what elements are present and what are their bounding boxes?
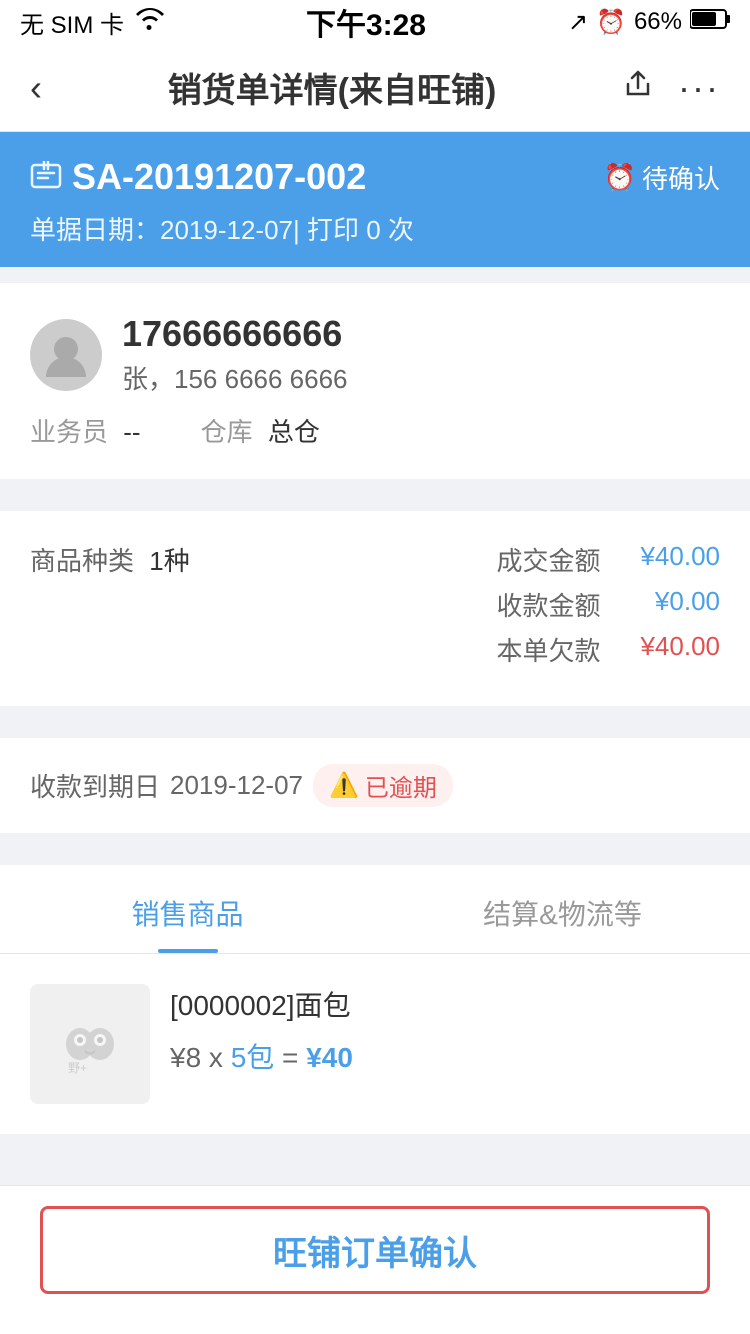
date-value: 2019-12-07 <box>160 215 293 245</box>
summary-section: 商品种类 1种 成交金额 ¥40.00 收款金额 ¥0.00 本单欠款 ¥40.… <box>0 511 750 706</box>
tabs-row: 销售商品 结算&物流等 <box>0 865 750 954</box>
product-type-label: 商品种类 <box>30 546 134 576</box>
product-info: [0000002]面包 ¥8 x 5包 = ¥40 <box>170 984 720 1076</box>
more-button[interactable]: ··· <box>678 67 720 109</box>
order-date-row: 单据日期：2019-12-07| 打印 0 次 <box>30 210 720 247</box>
wifi-icon <box>134 8 164 37</box>
alarm-icon: ⏰ <box>596 8 626 37</box>
order-id: SA-20191207-002 <box>30 156 366 198</box>
share-button[interactable] <box>622 68 654 108</box>
customer-meta: 业务员 -- 仓库 总仓 <box>30 412 720 449</box>
order-status: ⏰ 待确认 <box>604 159 720 196</box>
customer-top: 17666666666 张，156 6666 6666 <box>30 313 720 396</box>
product-total: ¥40 <box>306 1042 353 1073</box>
due-date-section: 收款到期日 2019-12-07 ⚠️ 已逾期 <box>0 738 750 833</box>
back-icon: ‹ <box>30 67 42 108</box>
customer-section: 17666666666 张，156 6666 6666 业务员 -- 仓库 总仓 <box>0 283 750 479</box>
warehouse-label: 仓库 <box>201 417 253 447</box>
overdue-warning-icon: ⚠️ <box>329 771 359 800</box>
customer-phone: 17666666666 <box>122 313 348 355</box>
received-row: 收款金额 ¥0.00 <box>496 586 720 623</box>
sales-value: -- <box>123 417 140 447</box>
overdue-badge: ⚠️ 已逾期 <box>313 764 453 807</box>
product-type-value: 1种 <box>149 546 189 576</box>
customer-info: 17666666666 张，156 6666 6666 <box>122 313 348 396</box>
deal-amount-label: 成交金额 <box>496 541 600 578</box>
due-date-value: 2019-12-07 <box>170 770 303 801</box>
tab-sales-label: 销售商品 <box>131 899 243 930</box>
divider-4 <box>0 849 750 865</box>
status-bar-time: 下午3:28 <box>306 0 426 44</box>
due-value: ¥40.00 <box>640 631 720 668</box>
nav-bar: ‹ 销货单详情(来自旺铺) ··· <box>0 44 750 132</box>
tabs-section: 销售商品 结算&物流等 <box>0 865 750 954</box>
product-section: 野+ [0000002]面包 ¥8 x 5包 = ¥40 <box>0 954 750 1134</box>
product-code: [0000002] <box>170 990 295 1021</box>
product-title: 面包 <box>295 990 351 1021</box>
due-row: 本单欠款 ¥40.00 <box>496 631 720 668</box>
customer-avatar <box>30 319 102 391</box>
amount-info: 成交金额 ¥40.00 收款金额 ¥0.00 本单欠款 ¥40.00 <box>496 541 720 676</box>
order-id-text: SA-20191207-002 <box>72 156 366 198</box>
tab-sales-products[interactable]: 销售商品 <box>0 865 375 953</box>
no-sim-text: 无 SIM 卡 <box>20 5 124 40</box>
deal-amount-row: 成交金额 ¥40.00 <box>496 541 720 578</box>
received-value: ¥0.00 <box>655 586 720 623</box>
product-thumbnail: 野+ <box>30 984 150 1104</box>
customer-sub: 张，156 6666 6666 <box>122 359 348 396</box>
status-text: 待确认 <box>642 159 720 196</box>
confirm-order-button[interactable]: 旺铺订单确认 <box>40 1206 710 1294</box>
divider-3 <box>0 722 750 738</box>
status-clock-icon: ⏰ <box>604 162 636 193</box>
due-label: 本单欠款 <box>496 631 600 668</box>
date-label: 单据日期： <box>30 215 160 245</box>
sales-label: 业务员 <box>30 417 108 447</box>
print-info: | 打印 0 次 <box>293 215 414 245</box>
status-bar: 无 SIM 卡 下午3:28 ↗ ⏰ 66% <box>0 0 750 44</box>
nav-actions: ··· <box>622 67 720 109</box>
bottom-bar: 旺铺订单确认 <box>0 1185 750 1334</box>
battery-text: 66% <box>634 8 682 36</box>
received-label: 收款金额 <box>496 586 600 623</box>
warehouse-value: 总仓 <box>268 417 320 447</box>
price-prefix: ¥8 x <box>170 1042 231 1073</box>
status-bar-left: 无 SIM 卡 <box>20 5 164 40</box>
due-date-label: 收款到期日 <box>30 767 160 804</box>
product-type-info: 商品种类 1种 <box>30 541 190 578</box>
divider-2 <box>0 495 750 511</box>
overdue-text: 已逾期 <box>365 768 437 803</box>
tab-settlement-label: 结算&物流等 <box>483 899 642 930</box>
back-button[interactable]: ‹ <box>30 67 42 109</box>
location-icon: ↗ <box>568 8 588 37</box>
order-id-icon <box>30 156 62 198</box>
product-price: ¥8 x 5包 = ¥40 <box>170 1036 720 1076</box>
sales-meta: 业务员 -- <box>30 412 141 449</box>
divider-1 <box>0 267 750 283</box>
warehouse-meta: 仓库 总仓 <box>201 412 320 449</box>
order-header-top: SA-20191207-002 ⏰ 待确认 <box>30 156 720 198</box>
battery-icon <box>690 8 730 37</box>
deal-amount-value: ¥40.00 <box>640 541 720 578</box>
product-qty: 5包 <box>231 1042 275 1073</box>
product-name: [0000002]面包 <box>170 984 720 1024</box>
price-equals: = <box>274 1042 306 1073</box>
svg-text:野+: 野+ <box>68 1061 87 1074</box>
status-bar-right: ↗ ⏰ 66% <box>568 8 730 37</box>
order-header: SA-20191207-002 ⏰ 待确认 单据日期：2019-12-07| 打… <box>0 132 750 267</box>
tab-settlement[interactable]: 结算&物流等 <box>375 865 750 953</box>
page-title: 销货单详情(来自旺铺) <box>168 63 497 112</box>
